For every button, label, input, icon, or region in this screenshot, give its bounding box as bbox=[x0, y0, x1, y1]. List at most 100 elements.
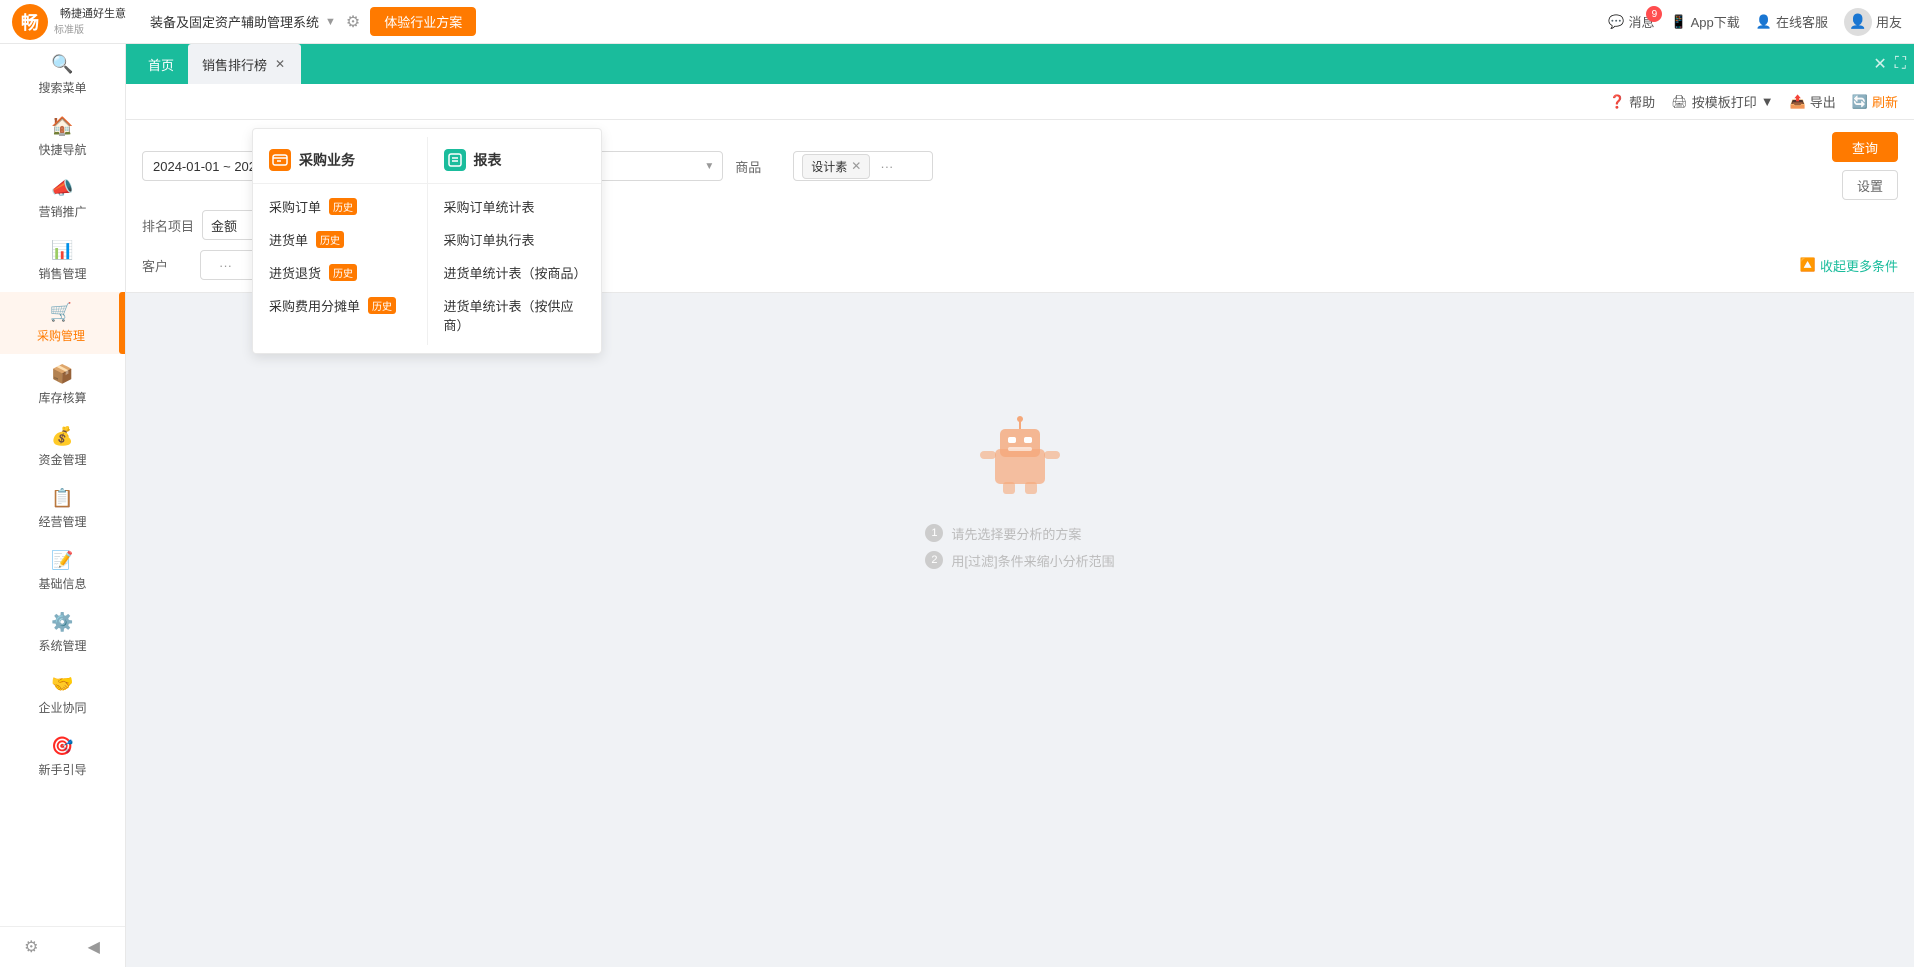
setting-btn[interactable]: 设置 bbox=[1842, 170, 1898, 200]
logo-icon: 畅 bbox=[12, 4, 48, 40]
customer-label: 客户 bbox=[142, 256, 192, 275]
goods-more-dots[interactable]: ··· bbox=[880, 159, 893, 174]
sidebar-item-system[interactable]: ⚙️ 系统管理 bbox=[0, 602, 125, 664]
sidebar-item-inventory[interactable]: 📦 库存核算 bbox=[0, 354, 125, 416]
online-service-action[interactable]: 👤 在线客服 bbox=[1756, 12, 1828, 31]
dropdown-item-return[interactable]: 进货退货 历史 bbox=[253, 256, 427, 289]
action-bar: ❓ 帮助 🖨 按模板打印 ▼ 📤 导出 🔄 bbox=[126, 84, 1914, 120]
order-stats-label: 采购订单统计表 bbox=[444, 197, 535, 216]
purchase-icon: 🛒 bbox=[50, 302, 72, 323]
sidebar-item-operation[interactable]: 📋 经营管理 bbox=[0, 478, 125, 540]
dropdown-col-purchase: 采购业务 采购订单 历史 进货单 历史 进货退货 历史 bbox=[253, 129, 427, 353]
sidebar-label-basic-info: 基础信息 bbox=[38, 575, 86, 592]
dropdown-item-expense[interactable]: 采购费用分摊单 历史 bbox=[253, 289, 427, 322]
sidebar-label-purchase: 采购管理 bbox=[37, 327, 85, 344]
empty-tip-1-text: 请先选择要分析的方案 bbox=[951, 524, 1081, 543]
inventory-icon: 📦 bbox=[51, 364, 73, 385]
collab-icon: 🤝 bbox=[51, 674, 73, 695]
dropdown-item-inbound[interactable]: 进货单 历史 bbox=[253, 223, 427, 256]
marketing-icon: 📣 bbox=[51, 178, 73, 199]
system-title-area: 装备及固定资产辅助管理系统 ▼ ⚙ 体验行业方案 bbox=[138, 7, 1608, 36]
dropdown-item-order-stats[interactable]: 采购订单统计表 bbox=[428, 190, 602, 223]
export-icon: 📤 bbox=[1790, 94, 1806, 110]
sidebar-item-search[interactable]: 🔍 搜索菜单 bbox=[0, 44, 125, 106]
sidebar-bottom: ⚙ ◀ bbox=[0, 926, 125, 967]
sidebar-label-operation: 经营管理 bbox=[38, 513, 86, 530]
export-label: 导出 bbox=[1810, 92, 1836, 111]
print-icon: 🖨 bbox=[1671, 94, 1688, 110]
goods-select[interactable]: 设计素 ✕ ··· bbox=[793, 151, 933, 181]
message-action[interactable]: 💬 消息 9 bbox=[1608, 12, 1654, 31]
goods-label: 商品 bbox=[735, 157, 785, 176]
sidebar-label-marketing: 营销推广 bbox=[38, 203, 86, 220]
sidebar-item-sales[interactable]: 📊 销售管理 bbox=[0, 230, 125, 292]
customer-more-dots[interactable]: ··· bbox=[219, 258, 232, 273]
goods-tag-text: 设计素 bbox=[811, 158, 847, 175]
history-badge-inbound: 历史 bbox=[316, 231, 344, 248]
content-area: 首页 销售排行榜 ✕ ✕ ⛶ ❓ 帮助 bbox=[126, 44, 1914, 967]
tab-sales-rank-label: 销售排行榜 bbox=[202, 55, 267, 74]
sidebar-item-marketing[interactable]: 📣 营销推广 bbox=[0, 168, 125, 230]
tab-sales-rank[interactable]: 销售排行榜 ✕ bbox=[188, 44, 301, 84]
dropdown-col2-title: 报表 bbox=[474, 150, 502, 170]
sidebar-label-search: 搜索菜单 bbox=[38, 79, 86, 96]
help-label: 帮助 bbox=[1629, 92, 1655, 111]
app-download-action[interactable]: 📱 App下载 bbox=[1670, 12, 1739, 31]
online-service-label: 在线客服 bbox=[1776, 12, 1828, 31]
empty-tip-2: 2 用[过滤]条件来缩小分析范围 bbox=[925, 551, 1114, 570]
sidebar-item-nav[interactable]: 🏠 快捷导航 bbox=[0, 106, 125, 168]
sidebar-item-purchase[interactable]: 🛒 采购管理 bbox=[0, 292, 125, 354]
tab-home[interactable]: 首页 bbox=[134, 44, 188, 84]
tab-maximize-icon[interactable]: ⛶ bbox=[1895, 55, 1906, 73]
tab-close-icon[interactable]: ✕ bbox=[273, 57, 287, 71]
query-btn[interactable]: 查询 bbox=[1832, 132, 1898, 162]
sidebar-item-basic-info[interactable]: 📝 基础信息 bbox=[0, 540, 125, 602]
tab-window-close-icon[interactable]: ✕ bbox=[1873, 54, 1886, 74]
settings-icon[interactable]: ⚙ bbox=[346, 12, 360, 32]
history-badge-purchase-order: 历史 bbox=[329, 198, 357, 215]
dropdown-item-inbound-stats-supplier[interactable]: 进货单统计表（按供应商） bbox=[428, 289, 602, 341]
collapse-label: 收起更多条件 bbox=[1820, 256, 1898, 275]
sidebar-label-inventory: 库存核算 bbox=[38, 389, 86, 406]
sidebar-item-collab[interactable]: 🤝 企业协同 bbox=[0, 664, 125, 726]
system-title: 装备及固定资产辅助管理系统 bbox=[150, 12, 319, 31]
order-exec-label: 采购订单执行表 bbox=[444, 230, 535, 249]
refresh-btn[interactable]: 🔄 刷新 bbox=[1852, 92, 1898, 111]
collapse-btn[interactable]: 🔼 收起更多条件 bbox=[1800, 256, 1898, 275]
user-avatar: 👤 bbox=[1844, 8, 1872, 36]
user-action[interactable]: 👤 用友 bbox=[1844, 8, 1902, 36]
sidebar-item-finance[interactable]: 💰 资金管理 bbox=[0, 416, 125, 478]
empty-tip-1: 1 请先选择要分析的方案 bbox=[925, 524, 1114, 543]
print-label: 按模板打印 bbox=[1692, 92, 1757, 111]
dropdown-item-order-exec[interactable]: 采购订单执行表 bbox=[428, 223, 602, 256]
topbar-right: 💬 消息 9 📱 App下载 👤 在线客服 👤 用友 bbox=[1608, 8, 1902, 36]
export-btn[interactable]: 📤 导出 bbox=[1790, 92, 1836, 111]
help-btn[interactable]: ❓ 帮助 bbox=[1609, 92, 1655, 111]
system-icon: ⚙️ bbox=[51, 612, 73, 633]
return-label: 进货退货 bbox=[269, 263, 321, 282]
dropdown-menu: 采购业务 采购订单 历史 进货单 历史 进货退货 历史 bbox=[252, 128, 602, 354]
home-icon: 🏠 bbox=[51, 116, 73, 137]
inbound-stats-goods-label: 进货单统计表（按商品） bbox=[444, 263, 586, 282]
message-icon: 💬 bbox=[1608, 14, 1624, 30]
sidebar-collapse-btn[interactable]: ◀ bbox=[63, 927, 126, 967]
online-service-icon: 👤 bbox=[1756, 14, 1772, 30]
rank-value: 金额 bbox=[211, 216, 237, 235]
goods-tag-close-icon[interactable]: ✕ bbox=[851, 159, 861, 173]
empty-illustration bbox=[970, 409, 1070, 512]
system-title-arrow-icon[interactable]: ▼ bbox=[325, 16, 336, 28]
industry-btn[interactable]: 体验行业方案 bbox=[370, 7, 476, 36]
sidebar-settings-btn[interactable]: ⚙ bbox=[0, 927, 63, 967]
rank-label: 排名项目 bbox=[142, 216, 194, 235]
purchase-order-label: 采购订单 bbox=[269, 197, 321, 216]
dropdown-col1-header: 采购业务 bbox=[253, 141, 427, 184]
dropdown-item-purchase-order[interactable]: 采购订单 历史 bbox=[253, 190, 427, 223]
sidebar-label-sales: 销售管理 bbox=[38, 265, 86, 282]
refresh-label: 刷新 bbox=[1872, 92, 1898, 111]
dropdown-col2-header: 报表 bbox=[428, 141, 602, 184]
dropdown-item-inbound-stats-goods[interactable]: 进货单统计表（按商品） bbox=[428, 256, 602, 289]
goods-tag: 设计素 ✕ bbox=[802, 154, 870, 179]
sidebar-item-guide[interactable]: 🎯 新手引导 bbox=[0, 726, 125, 788]
inbound-stats-supplier-label: 进货单统计表（按供应商） bbox=[444, 296, 586, 334]
print-btn[interactable]: 🖨 按模板打印 ▼ bbox=[1671, 92, 1773, 111]
